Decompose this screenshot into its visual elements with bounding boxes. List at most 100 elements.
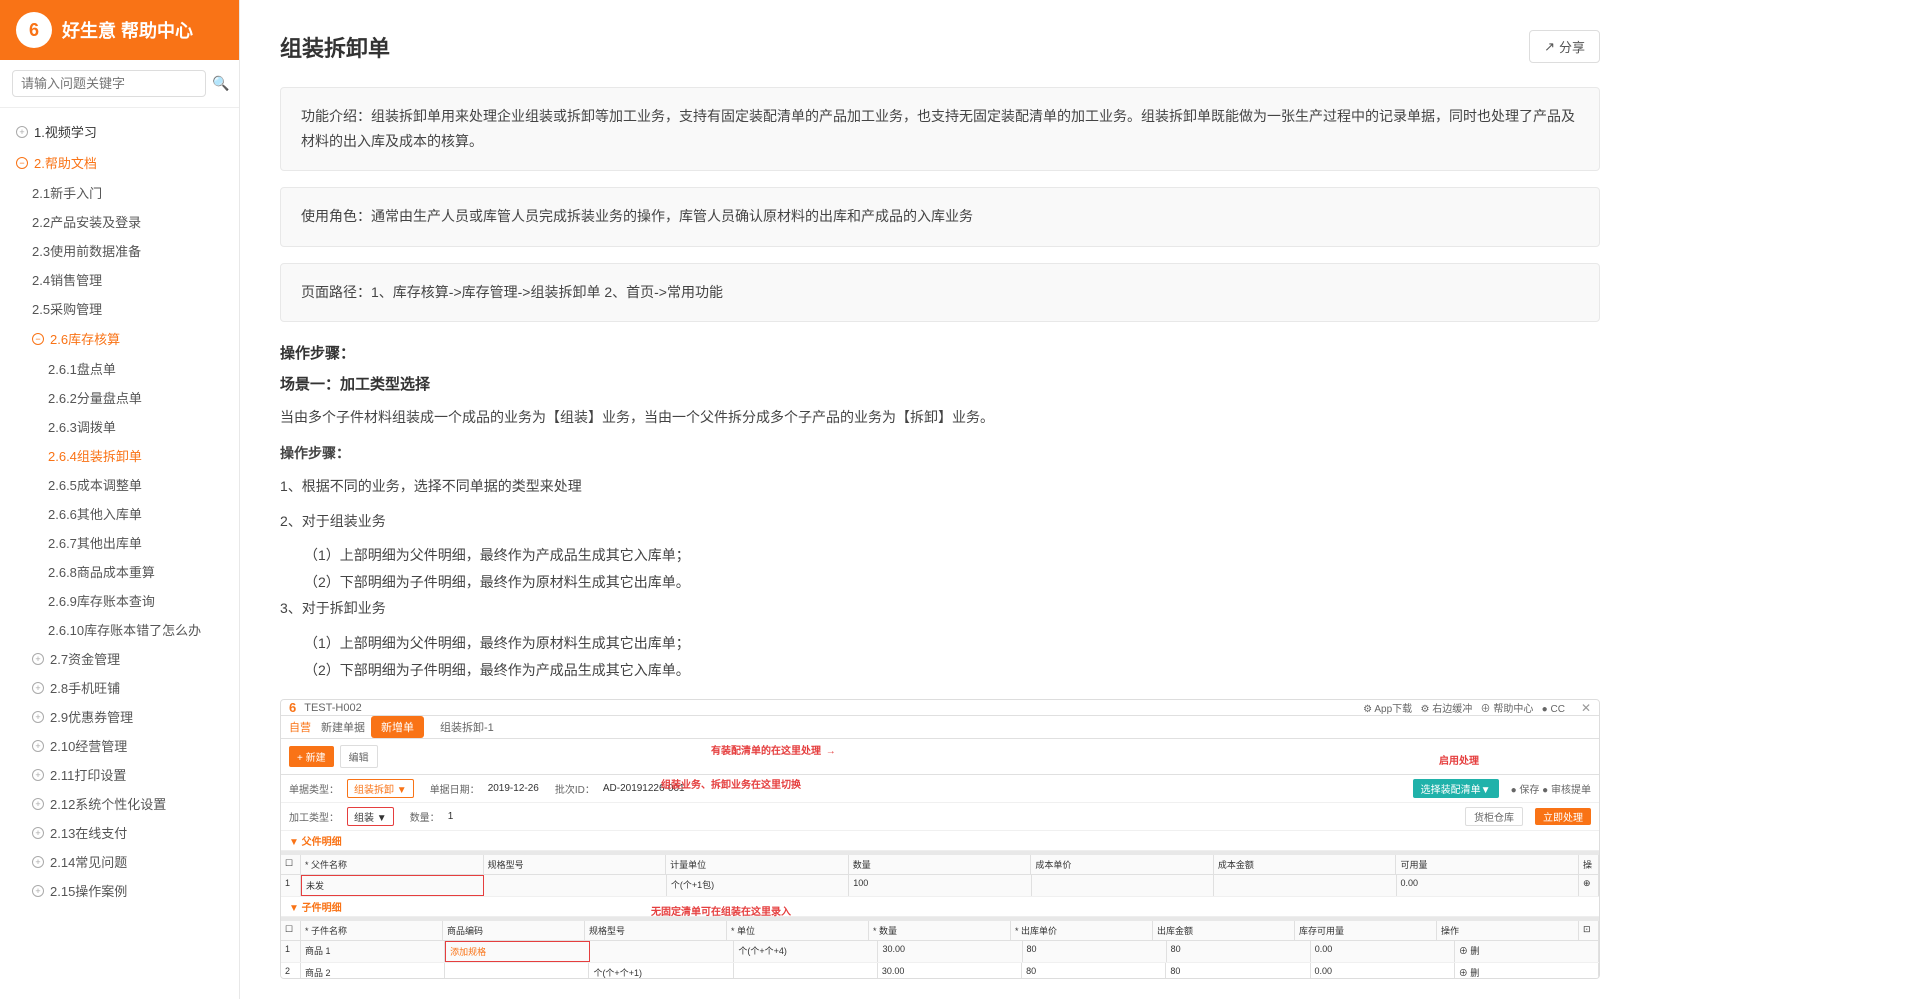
col-child-avail: 库存可用量	[1295, 921, 1437, 940]
content-area: 组装拆卸单 ↗ 分享 功能介绍：组装拆卸单用来处理企业组装或拆卸等加工业务，支持…	[240, 0, 1640, 999]
sidebar-item-sales[interactable]: 2.4销售管理	[0, 265, 239, 294]
sidebar-item-install[interactable]: 2.2产品安装及登录	[0, 207, 239, 236]
app-toolbar: + 新建 编辑	[281, 739, 1599, 775]
nav-section-video: + 1.视频学习	[0, 116, 239, 147]
sidebar-item-settings[interactable]: + 2.12系统个性化设置	[0, 789, 239, 818]
annotation-1-text: 有装配清单的在这里处理	[711, 746, 821, 757]
item-label: 2.6.2分量盘点单	[48, 388, 142, 407]
sidebar-item-video-learning[interactable]: + 1.视频学习	[0, 116, 239, 147]
form-label-batch: 批次ID：	[555, 781, 595, 796]
collapse-icon: −	[32, 333, 44, 345]
item-label: 2.15操作案例	[50, 881, 127, 900]
ops-heading: 操作步骤：	[280, 342, 1600, 363]
cell-spec3: 个(个+个+1)	[589, 963, 733, 979]
col-child-ops: 操作	[1437, 921, 1579, 940]
sidebar-item-online-pay[interactable]: + 2.13在线支付	[0, 818, 239, 847]
expand-icon: +	[32, 682, 44, 694]
app-titlebar: 6 TEST-H002 ⚙ App下载 ⚙ 右边缓冲 ⊕ 帮助中心 ● CC ✕	[281, 700, 1599, 716]
sidebar-item-label: 2.帮助文档	[34, 153, 97, 172]
cell-price	[1032, 875, 1214, 896]
item-label: 2.6.8商品成本重算	[48, 562, 155, 581]
cell-price3: 80	[1023, 941, 1167, 962]
sidebar-item-cases[interactable]: + 2.15操作案例	[0, 876, 239, 905]
cell-amount	[1214, 875, 1396, 896]
search-input[interactable]	[12, 70, 206, 97]
sidebar-item-beginner[interactable]: 2.1新手入门	[0, 178, 239, 207]
section-label-child: ▼ 子件明细	[281, 897, 1599, 917]
col-qty: 数量	[849, 855, 1032, 874]
share-button[interactable]: ↗ 分享	[1529, 30, 1600, 63]
app-screenshot: 6 TEST-H002 ⚙ App下载 ⚙ 右边缓冲 ⊕ 帮助中心 ● CC ✕…	[281, 700, 1599, 978]
sidebar-item-other-out[interactable]: 2.6.7其他出库单	[16, 528, 239, 557]
sidebar: 6 好生意 帮助中心 🔍 + 1.视频学习 − 2.帮助文档 2.1新手入门	[0, 0, 240, 999]
nav-tree: + 1.视频学习 − 2.帮助文档 2.1新手入门 2.2产品安装及登录 2.3…	[0, 108, 239, 999]
form-row: 单据类型： 组装拆卸 ▼ 单据日期： 2019-12-26 批次ID： AD-2…	[281, 775, 1599, 803]
app-tab-new[interactable]: 新增单	[371, 716, 424, 738]
toolbar-add[interactable]: + 新建	[289, 746, 334, 767]
sidebar-item-help-docs[interactable]: − 2.帮助文档	[0, 147, 239, 178]
search-icon[interactable]: 🔍	[212, 75, 229, 92]
item-label: 2.12系统个性化设置	[50, 794, 166, 813]
tab-detail-label: 组装拆卸-1	[440, 722, 494, 734]
sidebar-item-ledger-query[interactable]: 2.6.9库存账本查询	[16, 586, 239, 615]
lower-table-header: ☐ * 子件名称 商品编码 规格型号 * 单位 * 数量 * 出库单价 出库金额…	[281, 921, 1599, 941]
item-label: 2.4销售管理	[32, 270, 102, 289]
close-icon[interactable]: ✕	[1581, 701, 1591, 715]
sidebar-item-assembly[interactable]: 2.6.4组装拆卸单	[16, 441, 239, 470]
collapse-icon: −	[16, 157, 28, 169]
sidebar-item-business-mgmt[interactable]: + 2.10经营管理	[0, 731, 239, 760]
col-actions: 操	[1579, 855, 1599, 874]
arrow-right: →	[826, 746, 836, 757]
sidebar-item-coupon[interactable]: + 2.9优惠券管理	[0, 702, 239, 731]
sidebar-item-label: 1.视频学习	[34, 122, 97, 141]
tab-new-label: 新增单	[381, 722, 414, 734]
table-header: ☐ * 父件名称 规格型号 计量单位 数量 成本单价 成本金额 可用量 操	[281, 855, 1599, 875]
share-label: 分享	[1559, 37, 1585, 56]
role-text: 使用角色：通常由生产人员或库管人员完成拆装业务的操作，库管人员确认原材料的出库和…	[301, 208, 973, 224]
col-child-unit: * 单位	[727, 921, 869, 940]
annotation-3-text: 启用处理	[1439, 756, 1479, 767]
cell-ops: ⊕	[1579, 875, 1599, 896]
app-tab-detail[interactable]: 组装拆卸-1	[430, 716, 504, 738]
sidebar-item-other-in[interactable]: 2.6.6其他入库单	[16, 499, 239, 528]
col-child-qty: * 数量	[869, 921, 1011, 940]
form-process-value: 组装 ▼	[347, 807, 394, 826]
share-icon: ↗	[1544, 39, 1555, 55]
expand-icon: +	[32, 653, 44, 665]
sidebar-item-purchase[interactable]: 2.5采购管理	[0, 294, 239, 323]
sidebar-item-stock-check[interactable]: 2.6.1盘点单	[16, 354, 239, 383]
sidebar-title: 好生意 帮助中心	[62, 17, 193, 43]
sidebar-item-cost-adjust[interactable]: 2.6.5成本调整单	[16, 470, 239, 499]
sidebar-item-data-prep[interactable]: 2.3使用前数据准备	[0, 236, 239, 265]
nav-separator: 新建单据	[321, 719, 365, 735]
path-text: 页面路径：1、库存核算->库存管理->组装拆卸单 2、首页->常用功能	[301, 284, 723, 300]
col-check: ☐	[281, 855, 301, 874]
sidebar-item-transfer[interactable]: 2.6.3调拨单	[16, 412, 239, 441]
sidebar-item-mobile[interactable]: + 2.8手机旺铺	[0, 673, 239, 702]
sidebar-item-faq[interactable]: + 2.14常见问题	[0, 847, 239, 876]
form-submit-btn[interactable]: 立即处理	[1535, 808, 1591, 825]
sidebar-item-ledger-fix[interactable]: 2.6.10库存账本错了怎么办	[16, 615, 239, 644]
cell-avail3: 0.00	[1311, 963, 1455, 979]
form-type-value: 组装拆卸 ▼	[347, 779, 414, 798]
sidebar-item-finance[interactable]: + 2.7资金管理	[0, 644, 239, 673]
page-header: 组装拆卸单 ↗ 分享	[280, 30, 1600, 63]
intro-block: 功能介绍：组装拆卸单用来处理企业组装或拆卸等加工业务，支持有固定装配清单的产品加…	[280, 87, 1600, 171]
scene-desc: 当由多个子件材料组装成一个成品的业务为【组装】业务，当由一个父件拆分成多个子产品…	[280, 404, 1600, 431]
cell-no2: 2	[281, 963, 301, 979]
cell-spec2	[590, 941, 734, 962]
item-label: 2.6.6其他入库单	[48, 504, 142, 523]
item-label: 2.6.4组装拆卸单	[48, 446, 142, 465]
toolbar-edit[interactable]: 编辑	[340, 745, 378, 768]
sidebar-item-partial-check[interactable]: 2.6.2分量盘点单	[16, 383, 239, 412]
item-label: 2.7资金管理	[50, 649, 120, 668]
sidebar-item-cost-recalc[interactable]: 2.6.8商品成本重算	[16, 557, 239, 586]
role-block: 使用角色：通常由生产人员或库管人员完成拆装业务的操作，库管人员确认原材料的出库和…	[280, 187, 1600, 246]
sidebar-item-inventory[interactable]: − 2.6库存核算	[0, 323, 239, 354]
form-label-date: 单据日期：	[430, 781, 480, 796]
item-label: 2.14常见问题	[50, 852, 127, 871]
sidebar-item-print[interactable]: + 2.11打印设置	[0, 760, 239, 789]
step-3-sub1: （1）上部明细为父件明细，最终作为原材料生成其它出库单；	[280, 630, 1600, 657]
expand-icon: +	[32, 827, 44, 839]
lower-table: ☐ * 子件名称 商品编码 规格型号 * 单位 * 数量 * 出库单价 出库金额…	[281, 921, 1599, 979]
